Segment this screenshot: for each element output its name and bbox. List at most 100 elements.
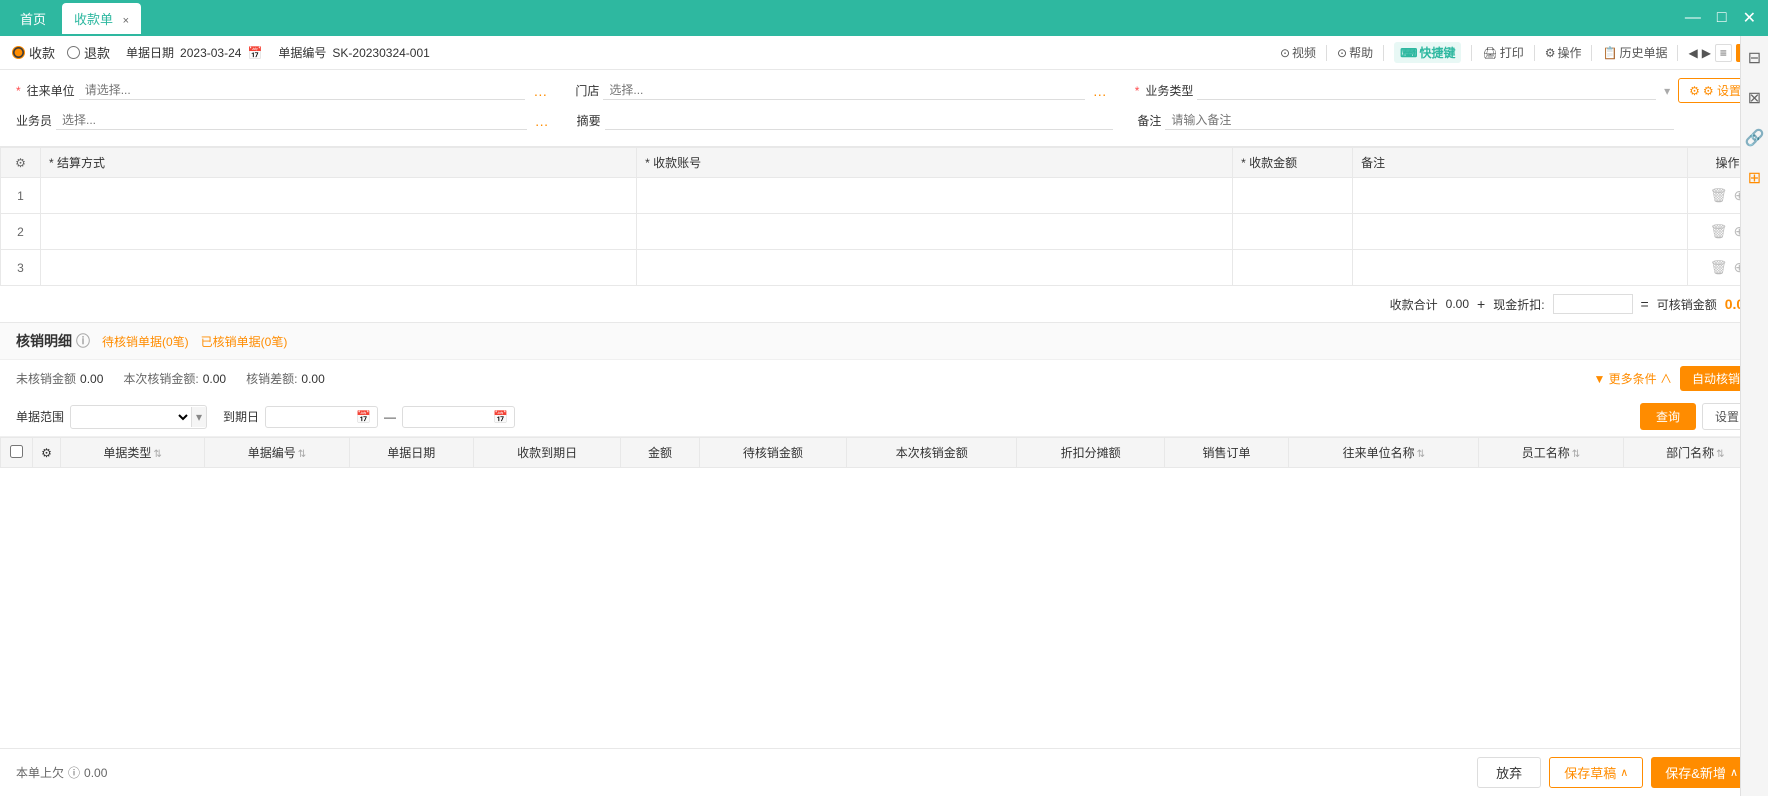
radio-refund[interactable]: 退款: [67, 43, 110, 62]
col-gear[interactable]: ⚙: [1, 148, 41, 178]
calendar-icon[interactable]: 📅: [247, 46, 262, 60]
remark-cell[interactable]: [1353, 178, 1688, 214]
lower-col-amount: 金额: [621, 438, 699, 468]
date-start-input[interactable]: 2022-04-01: [272, 410, 352, 424]
form-row-2: 业务员 … 摘要 备注: [16, 111, 1752, 130]
remark-cell[interactable]: [1353, 250, 1688, 286]
shortcut-btn[interactable]: ⌨ 快捷键: [1394, 42, 1461, 63]
amount-cell[interactable]: [1233, 178, 1353, 214]
save-new-button[interactable]: 保存&新增 ∧: [1651, 757, 1752, 788]
operation-btn[interactable]: ⚙ 操作: [1545, 44, 1582, 61]
tab-close-icon[interactable]: ×: [123, 15, 129, 27]
sidebar-icon-4[interactable]: ⊞: [1744, 164, 1765, 192]
lower-col-gear[interactable]: ⚙: [33, 438, 61, 468]
lower-col-type: 单据类型⇅: [61, 438, 205, 468]
account-cell[interactable]: [637, 214, 1233, 250]
store-more-btn[interactable]: …: [1089, 83, 1111, 99]
query-button[interactable]: 查询: [1640, 403, 1696, 430]
nav-tab-receipt[interactable]: 收款单 ×: [62, 3, 141, 34]
divider5: [1591, 45, 1592, 61]
summary-input[interactable]: [605, 111, 1114, 130]
counterpart-more-btn[interactable]: …: [529, 83, 551, 99]
delete-row-icon[interactable]: 🗑: [1710, 187, 1728, 204]
summary-row: 收款合计 0.00 + 现金折扣: = 可核销金额 0.00: [0, 286, 1768, 323]
discount-input[interactable]: [1553, 294, 1633, 314]
divider6: [1677, 45, 1678, 61]
biz-type-dropdown-icon[interactable]: ▾: [1664, 84, 1670, 98]
done-tab[interactable]: 已核销单据(0笔): [201, 333, 288, 350]
help-btn[interactable]: ⊙ 帮助: [1337, 44, 1373, 61]
col-remark: 备注: [1353, 148, 1688, 178]
gear-icon[interactable]: ⚙: [15, 156, 26, 170]
discard-button[interactable]: 放弃: [1477, 757, 1541, 788]
select-all-checkbox[interactable]: [10, 445, 23, 458]
receipt-table: ⚙ * 结算方式 * 收款账号 * 收款金额 备注 操作: [0, 147, 1768, 286]
delete-row-icon[interactable]: 🗑: [1710, 259, 1728, 276]
date-range-filter: 到期日 2022-04-01 📅 — 2022-04-12 📅: [223, 406, 515, 428]
sidebar-icon-3[interactable]: 🔗: [1741, 124, 1768, 152]
nav-home[interactable]: 首页: [8, 3, 58, 34]
salesperson-more-btn[interactable]: …: [531, 113, 553, 129]
calendar-end-icon[interactable]: 📅: [493, 410, 508, 424]
calendar-start-icon[interactable]: 📅: [356, 410, 371, 424]
settlement-cell[interactable]: [41, 214, 637, 250]
col-settlement: * 结算方式: [41, 148, 637, 178]
radio-receipt[interactable]: 收款: [12, 43, 55, 62]
row-num: 2: [1, 214, 41, 250]
print-btn[interactable]: 🖨 打印: [1482, 44, 1523, 61]
salesperson-input[interactable]: [56, 111, 527, 130]
divider4: [1534, 45, 1535, 61]
save-draft-button[interactable]: 保存草稿 ∧: [1549, 757, 1643, 788]
form-row-1: * 往来单位 … 门店 … * 业务类型 预收款 ▾ ⚙ ⚙ 设: [16, 78, 1752, 103]
receipt-type-radio[interactable]: 收款 退款: [12, 43, 110, 62]
remark-field: 备注: [1137, 111, 1674, 130]
bottom-info-icon[interactable]: ⓘ: [68, 764, 80, 781]
account-cell[interactable]: [637, 250, 1233, 286]
delete-row-icon[interactable]: 🗑: [1710, 223, 1728, 240]
settlement-cell[interactable]: [41, 250, 637, 286]
pending-tab[interactable]: 待核销单据(0笔): [102, 333, 189, 350]
store-input[interactable]: [603, 81, 1084, 100]
lower-table-header: ⚙ 单据类型⇅ 单据编号⇅ 单据日期 收款到期日 金额 待核销金额 本次核销金额…: [1, 438, 1768, 468]
range-select[interactable]: [71, 406, 191, 428]
row-num: 3: [1, 250, 41, 286]
writeoff-info-icon[interactable]: ⓘ: [76, 331, 90, 351]
main-content: 收款 退款 单据日期 2023-03-24 📅 单据编号 SK-20230324…: [0, 36, 1768, 796]
list-view-btn[interactable]: ≡: [1715, 44, 1732, 62]
settlement-cell[interactable]: [41, 178, 637, 214]
video-btn[interactable]: ⊙ 视频: [1280, 44, 1316, 61]
amount-cell[interactable]: [1233, 250, 1353, 286]
writeoff-header: 核销明细 ⓘ 待核销单据(0笔) 已核销单据(0笔): [0, 323, 1768, 360]
window-close-icon[interactable]: ✕: [1739, 6, 1760, 30]
receipt-table-area: ⚙ * 结算方式 * 收款账号 * 收款金额 备注 操作: [0, 147, 1768, 286]
window-min-icon[interactable]: —: [1681, 7, 1705, 29]
right-sidebar: ⊟ ⊠ 🔗 ⊞: [1740, 36, 1768, 796]
sidebar-icon-2[interactable]: ⊠: [1744, 84, 1765, 112]
history-btn[interactable]: 📋 历史单据: [1602, 44, 1667, 61]
current-writeoff-stat: 本次核销金额: 0.00: [123, 370, 226, 387]
date-end-field: 2022-04-12 📅: [402, 406, 515, 428]
counterpart-input[interactable]: [79, 81, 526, 100]
toolbar-row: 收款 退款 单据日期 2023-03-24 📅 单据编号 SK-20230324…: [0, 36, 1768, 70]
bill-no-field: 单据编号 SK-20230324-001: [278, 44, 429, 61]
account-cell[interactable]: [637, 178, 1233, 214]
divider1: [1326, 45, 1327, 61]
col-amount: * 收款金额: [1233, 148, 1353, 178]
window-max-icon[interactable]: □: [1713, 7, 1731, 29]
biz-type-input[interactable]: 预收款: [1197, 81, 1656, 100]
lower-table-wrap: ⚙ 单据类型⇅ 单据编号⇅ 单据日期 收款到期日 金额 待核销金额 本次核销金额…: [0, 437, 1768, 748]
remark-cell[interactable]: [1353, 214, 1688, 250]
amount-cell[interactable]: [1233, 214, 1353, 250]
date-end-input[interactable]: 2022-04-12: [409, 410, 489, 424]
window-controls: — □ ✕: [1681, 6, 1760, 30]
more-conditions-btn[interactable]: ▼ 更多条件 ∧: [1593, 370, 1672, 387]
sidebar-icon-1[interactable]: ⊟: [1744, 44, 1765, 72]
lower-col-date: 单据日期: [349, 438, 473, 468]
writeoff-title: 核销明细 ⓘ: [16, 331, 90, 351]
biz-type-field: * 业务类型 预收款 ▾: [1135, 81, 1678, 100]
bill-date-field: 单据日期 2023-03-24 📅: [126, 44, 262, 61]
next-icon[interactable]: ▶: [1702, 44, 1711, 62]
prev-icon[interactable]: ◀: [1688, 44, 1697, 62]
remark-input[interactable]: [1165, 111, 1674, 130]
filter-row: 单据范围 ▾ 到期日 2022-04-01 📅 — 2022-04-12 📅: [0, 397, 1768, 437]
